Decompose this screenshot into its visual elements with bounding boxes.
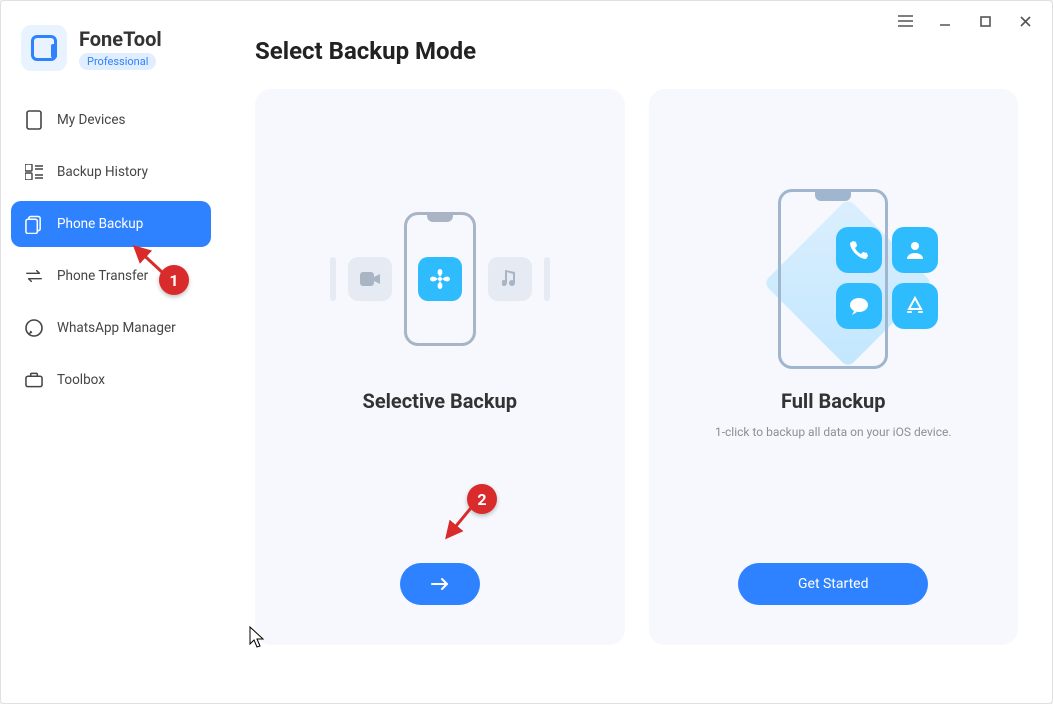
mouse-cursor xyxy=(249,626,267,648)
sidebar-item-label: My Devices xyxy=(57,112,125,128)
device-icon xyxy=(25,111,43,129)
sidebar-item-phone-backup[interactable]: Phone Backup xyxy=(11,201,211,247)
backup-icon xyxy=(25,215,43,233)
phone-icon xyxy=(404,212,476,346)
sidebar-item-label: Phone Backup xyxy=(57,216,143,232)
slot-indicator xyxy=(544,257,550,301)
annotation-badge-2: 2 xyxy=(467,484,497,514)
card-title: Selective Backup xyxy=(363,389,517,413)
toolbox-icon xyxy=(25,371,43,389)
menu-button[interactable] xyxy=(888,7,922,35)
backup-mode-cards: Selective Backup xyxy=(255,89,1018,645)
sidebar: FoneTool Professional My Devices Backup … xyxy=(1,1,221,703)
sidebar-item-toolbox[interactable]: Toolbox xyxy=(11,357,211,403)
card-subtitle: 1-click to backup all data on your iOS d… xyxy=(715,425,952,439)
sidebar-item-label: Toolbox xyxy=(57,372,105,388)
contact-icon xyxy=(892,227,938,273)
brand-text: FoneTool Professional xyxy=(79,27,162,70)
history-icon xyxy=(25,163,43,181)
close-button[interactable] xyxy=(1008,7,1042,35)
sidebar-item-label: Backup History xyxy=(57,164,148,180)
messages-icon xyxy=(836,283,882,329)
full-start-button[interactable]: Get Started xyxy=(738,563,928,605)
app-icon-grid xyxy=(836,227,938,329)
sidebar-item-my-devices[interactable]: My Devices xyxy=(11,97,211,143)
music-icon xyxy=(488,257,532,301)
maximize-button[interactable] xyxy=(968,7,1002,35)
sidebar-item-backup-history[interactable]: Backup History xyxy=(11,149,211,195)
selective-start-button[interactable] xyxy=(400,563,480,605)
main-content: Select Backup Mode xyxy=(221,1,1052,703)
arrow-right-icon xyxy=(430,577,450,591)
phone-call-icon xyxy=(836,227,882,273)
brand-tag: Professional xyxy=(79,53,156,70)
card-selective-backup[interactable]: Selective Backup xyxy=(255,89,625,645)
whatsapp-icon xyxy=(25,319,43,337)
cta-label: Get Started xyxy=(798,576,869,592)
card-full-backup[interactable]: Full Backup 1-click to backup all data o… xyxy=(649,89,1019,645)
annotation-badge-1: 1 xyxy=(159,265,189,295)
brand-name: FoneTool xyxy=(79,27,162,51)
sidebar-nav: My Devices Backup History Phone Backup P… xyxy=(11,97,211,403)
app-logo xyxy=(21,25,67,71)
transfer-icon xyxy=(25,267,43,285)
video-icon xyxy=(348,257,392,301)
app-window: FoneTool Professional My Devices Backup … xyxy=(0,0,1053,704)
fan-icon xyxy=(418,257,462,301)
brand: FoneTool Professional xyxy=(11,25,211,97)
page-title: Select Backup Mode xyxy=(255,37,1018,65)
full-illustration xyxy=(778,179,888,379)
slot-indicator xyxy=(330,257,336,301)
minimize-button[interactable] xyxy=(928,7,962,35)
card-title: Full Backup xyxy=(781,389,886,413)
appstore-icon xyxy=(892,283,938,329)
titlebar-controls xyxy=(888,7,1042,35)
sidebar-item-label: WhatsApp Manager xyxy=(57,320,176,336)
sidebar-item-label: Phone Transfer xyxy=(57,268,148,284)
sidebar-item-whatsapp-manager[interactable]: WhatsApp Manager xyxy=(11,305,211,351)
selective-illustration xyxy=(330,179,550,379)
